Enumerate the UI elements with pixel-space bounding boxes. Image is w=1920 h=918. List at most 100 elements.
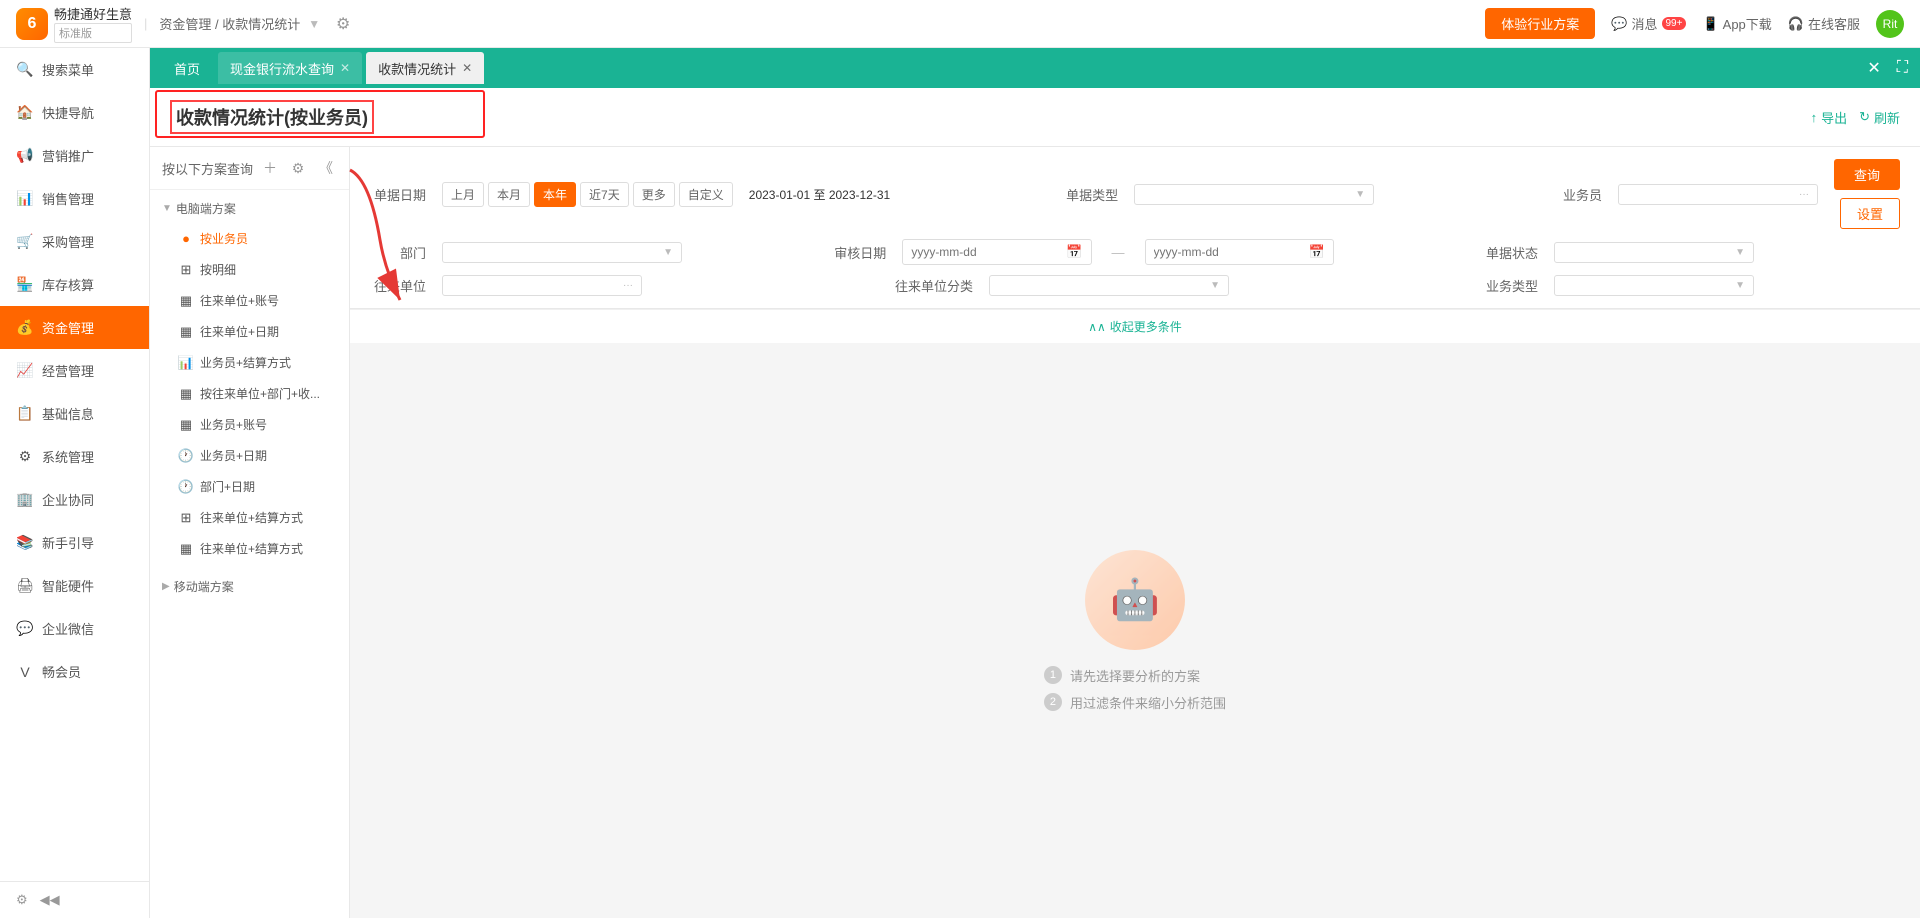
system-icon: ⚙ (16, 448, 34, 466)
date-btn-custom[interactable]: 自定义 (679, 182, 733, 207)
date-btn-more[interactable]: 更多 (633, 182, 675, 207)
gear-scheme-button[interactable]: ⚙ (287, 157, 309, 179)
page-title: 收款情况统计(按业务员) (176, 108, 368, 128)
tab-collection-stats[interactable]: 收款情况统计 ✕ (366, 52, 484, 84)
sidebar-item-search[interactable]: 🔍 搜索菜单 (0, 48, 149, 91)
collapse-sidebar-icon[interactable]: ◀◀ (40, 892, 60, 908)
partner-select[interactable]: ··· (442, 275, 642, 296)
sidebar-item-sales[interactable]: 📊 销售管理 (0, 177, 149, 220)
tab-home[interactable]: 首页 (158, 48, 216, 88)
breadcrumb: 资金管理 / 收款情况统计 ▼ (159, 14, 320, 33)
dept-select[interactable]: ▼ (442, 242, 682, 263)
scheme-group-mobile-title[interactable]: ▶ 移动端方案 (150, 572, 349, 601)
empty-tip-1: 1 请先选择要分析的方案 (1044, 666, 1226, 685)
dept-arrow-icon: ▼ (663, 247, 673, 258)
collapse-more-btn[interactable]: ∧∧ 收起更多条件 (350, 309, 1920, 343)
voucher-status-select[interactable]: ▼ (1554, 242, 1754, 263)
salesperson-select[interactable]: ··· (1618, 184, 1818, 205)
scheme-item-partner-settle2[interactable]: ▦ 往来单位+结算方式 (150, 533, 349, 564)
scheme-item-salesperson-date[interactable]: 🕐 业务员+日期 (150, 440, 349, 471)
right-panel: 单据日期 上月 本月 本年 近7天 更多 自定义 2023-01-01 至 20… (350, 147, 1920, 918)
business-type-select[interactable]: ▼ (1554, 275, 1754, 296)
page-header: 收款情况统计(按业务员) ↑ 导出 ↻ 刷新 (150, 88, 1920, 147)
search-icon: 🔍 (16, 61, 34, 79)
scheme-group-pc-title[interactable]: ▼ 电脑端方案 (150, 194, 349, 223)
sidebar-item-hardware[interactable]: 🖨 智能硬件 (0, 564, 149, 607)
sidebar-item-basic[interactable]: 📋 基础信息 (0, 392, 149, 435)
query-button[interactable]: 查询 (1834, 159, 1900, 190)
messages-action[interactable]: 💬 消息 99+ (1611, 14, 1686, 33)
sidebar-item-member[interactable]: V 畅会员 (0, 650, 149, 693)
main-content: 首页 现金银行流水查询 ✕ 收款情况统计 ✕ ✕ ⛶ 收款情况统计(按业务员) (150, 48, 1920, 918)
settings-bottom-icon[interactable]: ⚙ (16, 892, 28, 908)
dept-label: 部门 (370, 243, 426, 262)
tab-close-bank[interactable]: ✕ (340, 61, 350, 75)
scheme-item-salesperson-account[interactable]: ▦ 业务员+账号 (150, 409, 349, 440)
tab-close-all-button[interactable]: ✕ (1863, 54, 1884, 82)
date-btn-this-month[interactable]: 本月 (488, 182, 530, 207)
marketing-icon: 📢 (16, 147, 34, 165)
sidebar-item-inventory[interactable]: 🏪 库存核算 (0, 263, 149, 306)
online-service-action[interactable]: 🎧 在线客服 (1788, 14, 1860, 33)
header-right: 体验行业方案 💬 消息 99+ 📱 App下载 🎧 在线客服 Rit (1485, 8, 1904, 39)
review-date-start-field[interactable] (911, 245, 1066, 259)
date-range-text: 2023-01-01 至 2023-12-31 (749, 186, 890, 203)
edition-badge: 标准版 (54, 23, 132, 43)
home-icon: 🏠 (16, 104, 34, 122)
sidebar-item-operations[interactable]: 📈 经营管理 (0, 349, 149, 392)
scheme-item-partner-account[interactable]: ▦ 往来单位+账号 (150, 285, 349, 316)
sidebar-item-quicknav[interactable]: 🏠 快捷导航 (0, 91, 149, 134)
date-btn-this-year[interactable]: 本年 (534, 182, 576, 207)
messages-label: 消息 (1631, 14, 1657, 33)
scheme-group-mobile: ▶ 移动端方案 (150, 568, 349, 605)
user-avatar[interactable]: Rit (1876, 10, 1904, 38)
review-date-label: 审核日期 (830, 243, 886, 262)
partner-account-icon: ▦ (178, 293, 194, 309)
tab-bank-statement[interactable]: 现金银行流水查询 ✕ (218, 52, 362, 84)
tab-bar-actions: ✕ ⛶ (1863, 54, 1912, 82)
trial-button[interactable]: 体验行业方案 (1485, 8, 1595, 39)
hardware-icon: 🖨 (16, 577, 34, 595)
clock-icon: 🕐 (178, 448, 194, 464)
empty-illustration: 🤖 (1085, 550, 1185, 650)
status-arrow-icon: ▼ (1735, 247, 1745, 258)
date-btn-7days[interactable]: 近7天 (580, 182, 629, 207)
sidebar-item-system[interactable]: ⚙ 系统管理 (0, 435, 149, 478)
sidebar-item-guide[interactable]: 📚 新手引导 (0, 521, 149, 564)
voucher-type-select[interactable]: ▼ (1134, 184, 1374, 205)
scheme-item-by-detail[interactable]: ⊞ 按明细 (150, 254, 349, 285)
scheme-item-partner-date[interactable]: ▦ 往来单位+日期 (150, 316, 349, 347)
settings-gear-icon[interactable]: ⚙ (332, 13, 354, 35)
scheme-item-dept-date[interactable]: 🕐 部门+日期 (150, 471, 349, 502)
sidebar-item-enterprise[interactable]: 🏢 企业协同 (0, 478, 149, 521)
partner-more-icon: ··· (623, 280, 633, 291)
salesperson-label: 业务员 (1546, 185, 1602, 204)
export-button[interactable]: ↑ 导出 (1811, 108, 1848, 127)
date-btn-last-month[interactable]: 上月 (442, 182, 484, 207)
sidebar-item-marketing[interactable]: 📢 营销推广 (0, 134, 149, 177)
review-date-end-field[interactable] (1154, 245, 1309, 259)
scheme-item-by-salesperson[interactable]: ● 按业务员 (150, 223, 349, 254)
partner-category-select[interactable]: ▼ (989, 275, 1229, 296)
sidebar-item-finance[interactable]: 💰 资金管理 (0, 306, 149, 349)
inventory-icon: 🏪 (16, 276, 34, 294)
tab-maximize-button[interactable]: ⛶ (1893, 55, 1912, 81)
export-icon: ↑ (1811, 110, 1818, 125)
collapse-panel-button[interactable]: 《 (315, 157, 337, 179)
refresh-button[interactable]: ↻ 刷新 (1859, 108, 1900, 127)
review-date-start-input[interactable]: 📅 (902, 239, 1091, 265)
calendar-start-icon: 📅 (1066, 244, 1082, 260)
tab-close-collection[interactable]: ✕ (462, 61, 472, 75)
scheme-item-partner-dept-collect[interactable]: ▦ 按往来单位+部门+收... (150, 378, 349, 409)
sidebar-item-purchase[interactable]: 🛒 采购管理 (0, 220, 149, 263)
main-layout: 🔍 搜索菜单 🏠 快捷导航 📢 营销推广 📊 销售管理 🛒 采购管理 🏪 库存核… (0, 0, 1920, 918)
empty-state: 🤖 1 请先选择要分析的方案 2 用过滤条件来缩小分析范围 (350, 343, 1920, 918)
app-download-action[interactable]: 📱 App下载 (1702, 14, 1771, 33)
add-scheme-button[interactable]: ＋ (259, 157, 281, 179)
setting-button[interactable]: 设置 (1840, 198, 1900, 229)
scheme-item-salesperson-settle[interactable]: 📊 业务员+结算方式 (150, 347, 349, 378)
sidebar-item-wechat[interactable]: 💬 企业微信 (0, 607, 149, 650)
empty-tips: 1 请先选择要分析的方案 2 用过滤条件来缩小分析范围 (1044, 666, 1226, 712)
scheme-item-partner-settle1[interactable]: ⊞ 往来单位+结算方式 (150, 502, 349, 533)
review-date-end-input[interactable]: 📅 (1145, 239, 1334, 265)
